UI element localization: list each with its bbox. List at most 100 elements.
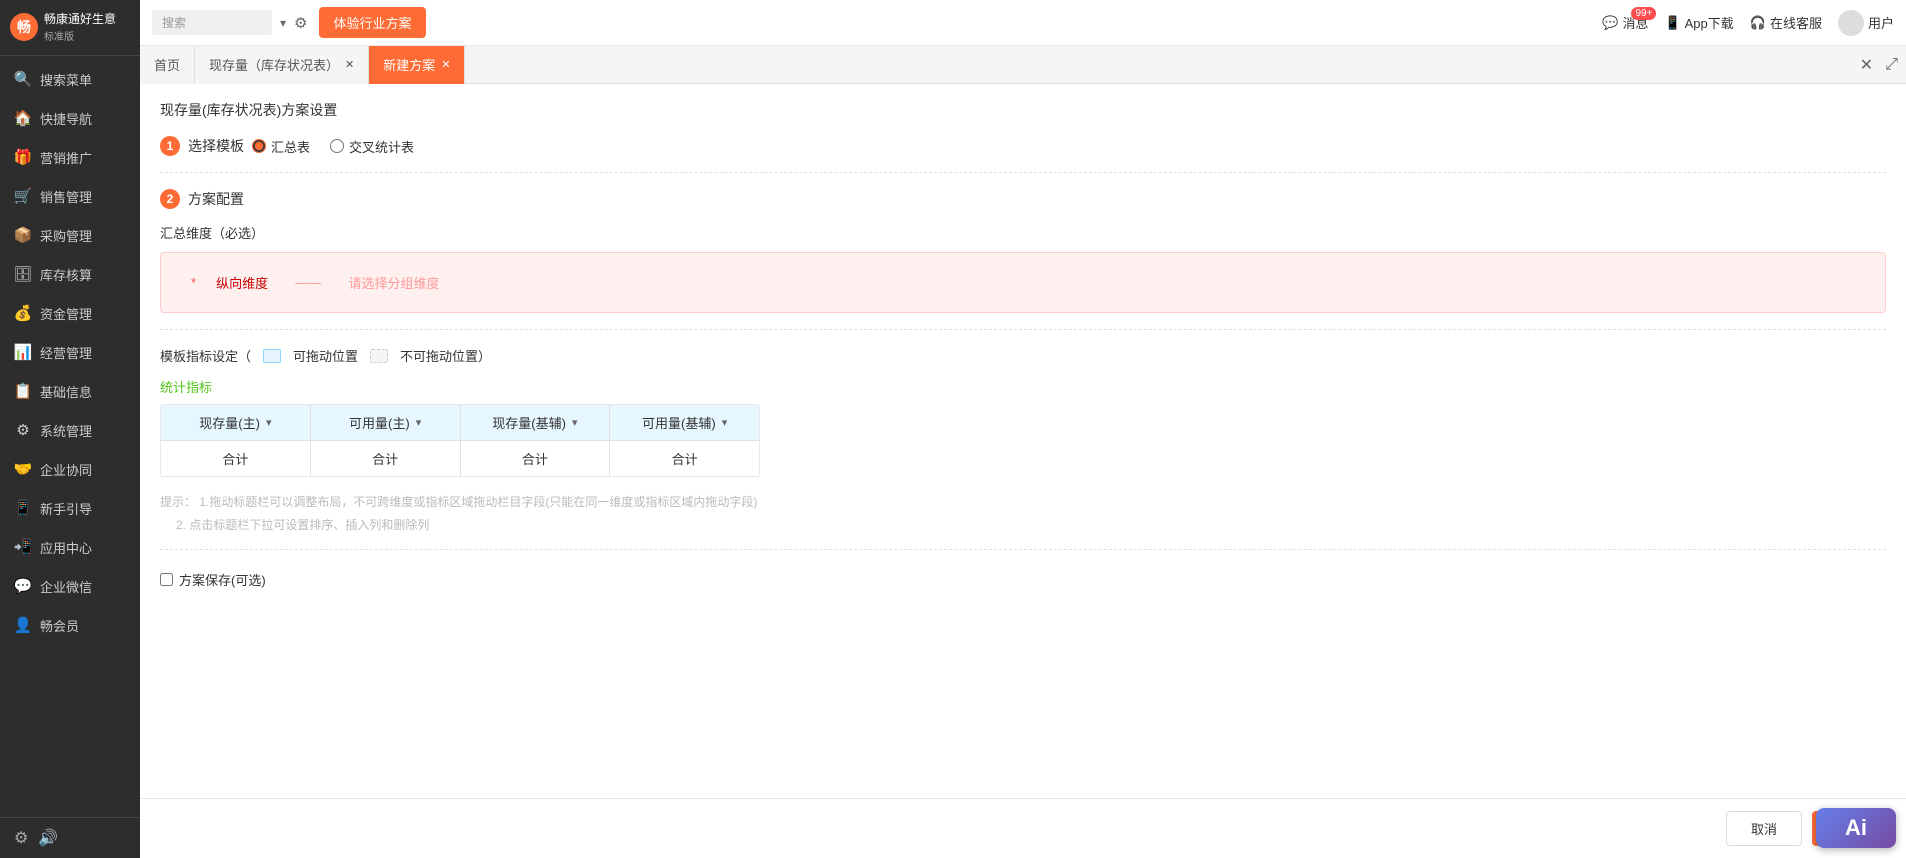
- stats-section: 统计指标 现存量(主) ▾ 可用量(主) ▾ 现存量(基辅): [160, 377, 1886, 477]
- summary-dimension-section: 汇总维度（必选） * 纵向维度 —— 请选择分组维度: [160, 223, 1886, 313]
- sidebar-item-app-center[interactable]: 📲 应用中心: [0, 528, 140, 567]
- cart-icon: 🛒: [14, 187, 32, 205]
- topbar-user[interactable]: 用户: [1838, 10, 1894, 36]
- sidebar-item-operations[interactable]: 📊 经营管理: [0, 333, 140, 372]
- sidebar-item-search-menu[interactable]: 🔍 搜索菜单: [0, 60, 140, 99]
- sidebar-item-marketing[interactable]: 🎁 营销推广: [0, 138, 140, 177]
- tab-new-scheme[interactable]: 新建方案 ✕: [369, 46, 465, 84]
- app-download-label: App下载: [1685, 13, 1734, 32]
- sidebar-item-label: 资金管理: [40, 304, 92, 323]
- sidebar-item-label: 基础信息: [40, 382, 92, 401]
- tab-inventory-label: 现存量（库存状况表）: [209, 55, 339, 74]
- minimize-icon[interactable]: ✕: [1856, 51, 1877, 79]
- draggable-indicator-box: [263, 349, 281, 363]
- ai-badge[interactable]: Ai: [1816, 808, 1896, 848]
- tab-inventory-status[interactable]: 现存量（库存状况表） ✕: [195, 46, 369, 84]
- maximize-icon[interactable]: ⤢: [1881, 52, 1902, 78]
- warning-dash: ——: [288, 275, 328, 290]
- cancel-button[interactable]: 取消: [1726, 811, 1802, 846]
- sidebar-item-label: 快捷导航: [40, 109, 92, 128]
- sidebar-item-system[interactable]: ⚙ 系统管理: [0, 411, 140, 450]
- sidebar-item-purchase[interactable]: 📦 采购管理: [0, 216, 140, 255]
- app-name: 畅康通好生意: [44, 12, 116, 28]
- template-settings-label: 模板指标设定（: [160, 346, 251, 365]
- guide-icon: 📱: [14, 499, 32, 517]
- sidebar-item-sales[interactable]: 🛒 销售管理: [0, 177, 140, 216]
- service-label: 在线客服: [1770, 13, 1822, 32]
- sidebar-item-wechat[interactable]: 💬 企业微信: [0, 567, 140, 606]
- col1-header[interactable]: 现存量(主) ▾: [161, 405, 311, 440]
- radio-summary[interactable]: 汇总表: [252, 137, 310, 156]
- settings-bottom-icon[interactable]: ⚙: [14, 828, 28, 848]
- tab-home-label: 首页: [154, 55, 180, 74]
- sidebar-nav: 🔍 搜索菜单 🏠 快捷导航 🎁 营销推广 🛒 销售管理 📦 采购管理 🗄 库存核…: [0, 56, 140, 817]
- col3-body: 合计: [461, 441, 611, 476]
- sidebar-item-company[interactable]: 🤝 企业协同: [0, 450, 140, 489]
- sidebar-item-member[interactable]: 👤 畅会员: [0, 606, 140, 645]
- app-logo: 畅 畅康通好生意 标准版: [0, 0, 140, 56]
- col2-chevron-icon[interactable]: ▾: [416, 416, 422, 429]
- tip-item-2: 2. 点击标题栏下拉可设置排序、插入列和删除列: [160, 516, 1886, 533]
- col1-label: 现存量(主): [199, 413, 260, 432]
- sidebar-item-quick-nav[interactable]: 🏠 快捷导航: [0, 99, 140, 138]
- topbar-online-service[interactable]: 🎧 在线客服: [1750, 13, 1822, 32]
- sidebar-item-newbie[interactable]: 📱 新手引导: [0, 489, 140, 528]
- sidebar-item-inventory[interactable]: 🗄 库存核算: [0, 255, 140, 294]
- col2-header[interactable]: 可用量(主) ▾: [311, 405, 461, 440]
- message-badge: 99+: [1631, 7, 1656, 20]
- col3-header[interactable]: 现存量(基辅) ▾: [461, 405, 611, 440]
- divider-1: [160, 172, 1886, 173]
- tab-inventory-close-icon[interactable]: ✕: [345, 58, 354, 71]
- save-checkbox-text: 方案保存(可选): [179, 570, 266, 589]
- topbar-message[interactable]: 💬 消息 99+: [1602, 13, 1648, 32]
- radio-cross-input[interactable]: [330, 139, 344, 153]
- speaker-icon[interactable]: 🔊: [38, 828, 58, 848]
- dimension-label: 纵向维度: [216, 273, 268, 292]
- user-icon: 👤: [14, 616, 32, 634]
- topbar-app-download[interactable]: 📱 App下载: [1664, 13, 1733, 32]
- window-controls: ✕ ⤢: [1856, 51, 1906, 79]
- fixed-indicator-box: [370, 349, 388, 363]
- sidebar-bottom: ⚙ 🔊: [0, 817, 140, 858]
- dimension-placeholder[interactable]: 请选择分组维度: [349, 273, 440, 292]
- topbar-gear-icon[interactable]: ⚙: [294, 14, 307, 32]
- handshake-icon: 🤝: [14, 460, 32, 478]
- tips-title: 提示： 1.拖动标题栏可以调整布局，不可跨维度或指标区域拖动栏目字段(只能在同一…: [160, 493, 1886, 510]
- sidebar-item-finance[interactable]: 💰 资金管理: [0, 294, 140, 333]
- sidebar-item-label: 畅会员: [40, 616, 79, 635]
- divider-2: [160, 329, 1886, 330]
- search-dropdown-icon[interactable]: ▾: [280, 16, 286, 30]
- col4-header[interactable]: 可用量(基辅) ▾: [610, 405, 759, 440]
- radio-cross[interactable]: 交叉统计表: [330, 137, 414, 156]
- divider-3: [160, 549, 1886, 550]
- box-icon: 📦: [14, 226, 32, 244]
- app-version: 标准版: [44, 28, 116, 43]
- indicators-row: 模板指标设定（ 可拖动位置 不可拖动位置）: [160, 346, 1886, 365]
- col1-chevron-icon[interactable]: ▾: [266, 416, 272, 429]
- tab-new-scheme-label: 新建方案: [383, 55, 435, 74]
- save-checkbox-input[interactable]: [160, 573, 173, 586]
- tips-section: 提示： 1.拖动标题栏可以调整布局，不可跨维度或指标区域拖动栏目字段(只能在同一…: [160, 493, 1886, 533]
- sidebar: 畅 畅康通好生意 标准版 🔍 搜索菜单 🏠 快捷导航 🎁 营销推广 🛒 销售管理…: [0, 0, 140, 858]
- tab-new-scheme-close-icon[interactable]: ✕: [441, 58, 450, 71]
- radio-summary-input[interactable]: [252, 139, 266, 153]
- sidebar-item-label: 新手引导: [40, 499, 92, 518]
- main-area: 搜索 ▾ ⚙ 体验行业方案 💬 消息 99+ 📱 App下载 🎧 在线客服 用户: [140, 0, 1906, 858]
- industry-btn[interactable]: 体验行业方案: [319, 7, 425, 38]
- storage-icon: 🗄: [14, 265, 32, 283]
- search-icon: 🔍: [14, 70, 32, 88]
- col2-body: 合计: [311, 441, 461, 476]
- sidebar-item-basic-info[interactable]: 📋 基础信息: [0, 372, 140, 411]
- save-checkbox-label[interactable]: 方案保存(可选): [160, 570, 266, 589]
- radio-summary-label: 汇总表: [271, 137, 310, 156]
- apps-icon: 📲: [14, 538, 32, 556]
- tab-home[interactable]: 首页: [140, 46, 195, 84]
- step2-label: 方案配置: [188, 189, 244, 209]
- col3-chevron-icon[interactable]: ▾: [572, 416, 578, 429]
- gear-icon: ⚙: [14, 421, 32, 439]
- topbar-right: 💬 消息 99+ 📱 App下载 🎧 在线客服 用户: [1602, 10, 1894, 36]
- topbar-search-display: 搜索: [152, 10, 272, 35]
- col4-chevron-icon[interactable]: ▾: [722, 416, 728, 429]
- topbar: 搜索 ▾ ⚙ 体验行业方案 💬 消息 99+ 📱 App下载 🎧 在线客服 用户: [140, 0, 1906, 46]
- step1-header: 1 选择模板 汇总表 交叉统计表: [160, 136, 1886, 156]
